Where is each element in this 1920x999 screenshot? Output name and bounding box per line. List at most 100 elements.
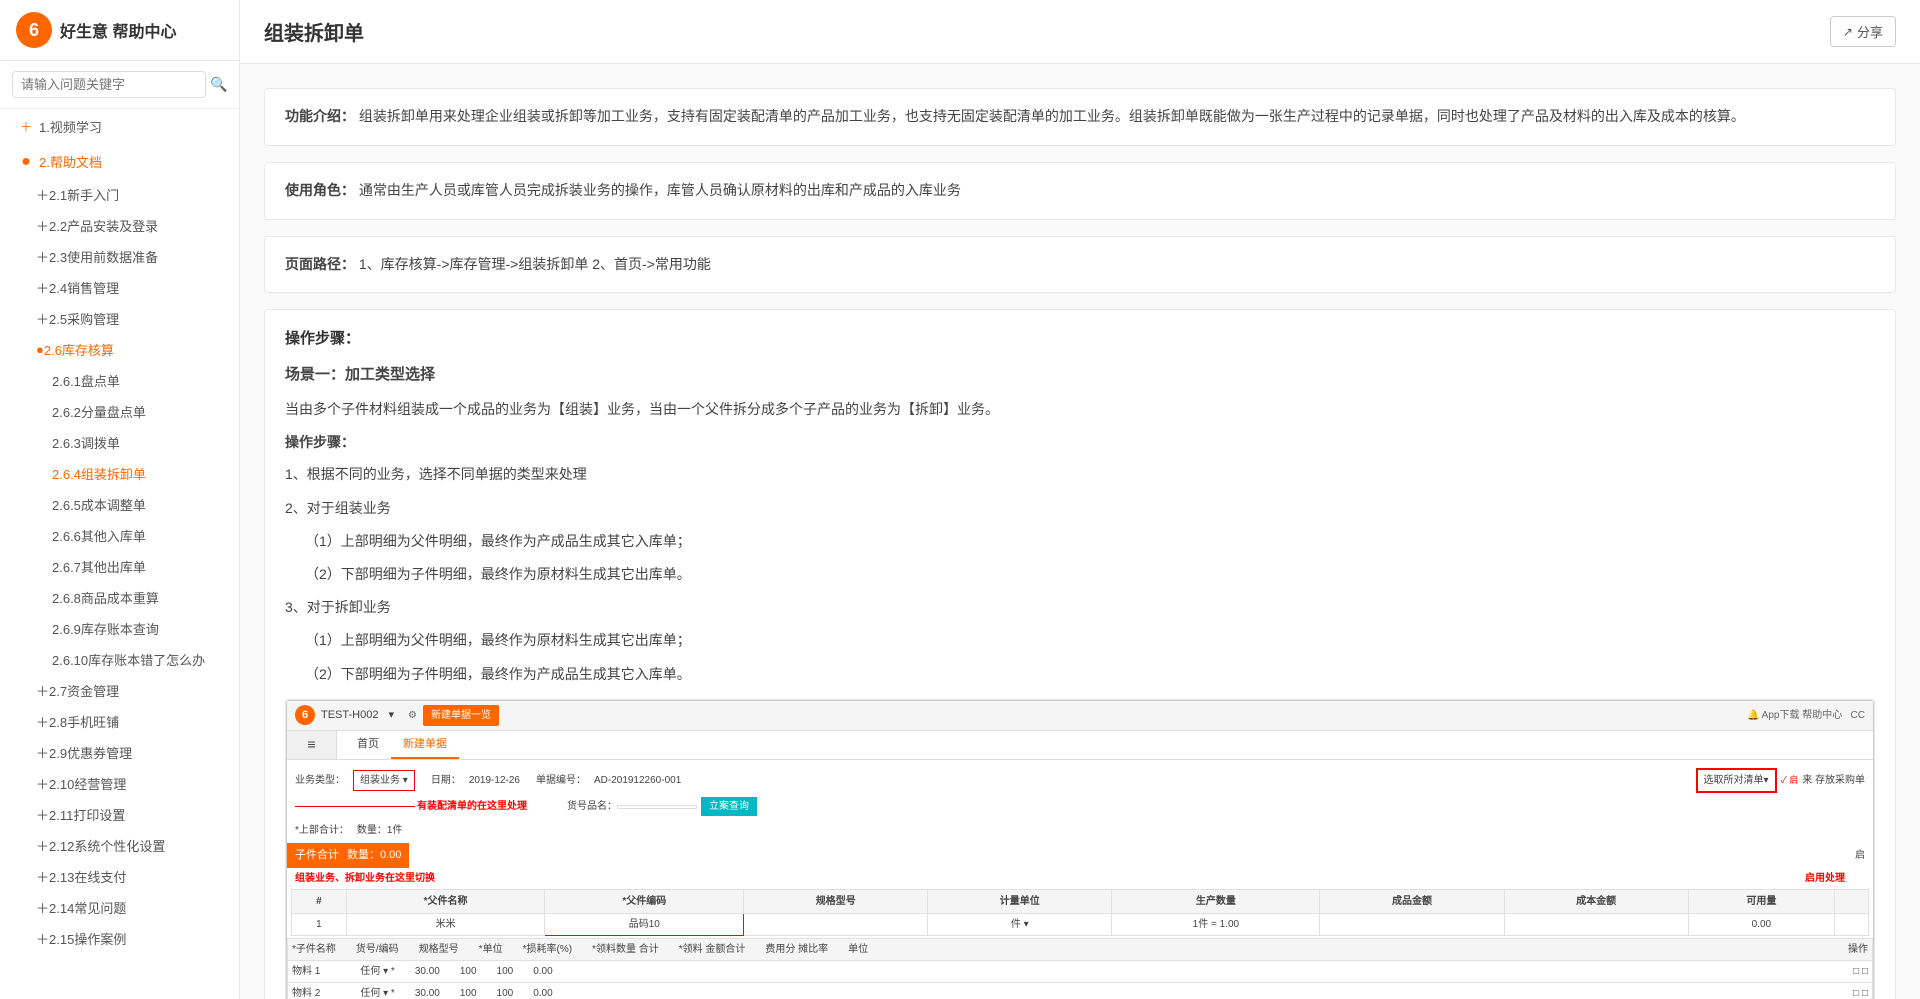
sidebar-item-install[interactable]: ＋ 2.2产品安装及登录	[0, 210, 239, 241]
plus-icon: ＋	[36, 805, 49, 824]
sidebar-item-263[interactable]: 2.6.3调拨单	[0, 427, 239, 458]
mock-topbar: 6 TEST-H002 ▾ ⚙ 新建单据一览 🔔 App下载 帮助中心 CC	[287, 701, 1873, 731]
intro-label: 功能介绍：	[285, 108, 355, 124]
plus-icon: ＋	[36, 743, 49, 762]
plus-icon: ＋	[36, 712, 49, 731]
page-title: 组装拆卸单	[264, 17, 364, 46]
sidebar-item-sales[interactable]: ＋ 2.4销售管理	[0, 272, 239, 303]
sidebar-item-266[interactable]: 2.6.6其他入库单	[0, 520, 239, 551]
mock-setting-icon: ⚙	[408, 707, 417, 724]
step3: 3、对于拆卸业务	[285, 595, 1875, 620]
lower-row-2: 物料 2 任何 ▾ * 30.00 100 100 0.00 □ □	[287, 983, 1873, 999]
intro-block: 功能介绍： 组装拆卸单用来处理企业组装或拆卸等加工业务，支持有固定装配清单的产品…	[264, 88, 1896, 146]
sidebar-item-269[interactable]: 2.6.9库存账本查询	[0, 613, 239, 644]
main-content: 组装拆卸单 ↗ 分享 功能介绍： 组装拆卸单用来处理企业组装或拆卸等加工业务，支…	[240, 0, 1920, 999]
sidebar-item-docs[interactable]: ● 2.帮助文档	[0, 144, 239, 179]
sidebar-item-newbie[interactable]: ＋ 2.1新手入门	[0, 179, 239, 210]
logo-text: 好生意 帮助中心	[60, 18, 176, 42]
mock-nav-icons: 🔔 App下载 帮助中心 CC	[1747, 707, 1865, 724]
plus-icon: ＋	[19, 120, 33, 134]
role-text: 通常由生产人员或库管人员完成拆装业务的操作，库管人员确认原材料的出库和产成品的入…	[359, 182, 961, 198]
plus-icon: ＋	[36, 774, 49, 793]
sidebar-item-268[interactable]: 2.6.8商品成本重算	[0, 582, 239, 613]
mock-annotation-text1: 有装配清单的在这里处理 货号品名： 立案查询	[287, 797, 1873, 818]
mock-quota-select: 选取所对清单▾	[1696, 768, 1777, 793]
plus-icon: ＋	[36, 836, 49, 855]
mock-app-name: TEST-H002	[321, 706, 378, 725]
path-block: 页面路径： 1、库存核算->库存管理->组装拆卸单 2、首页->常用功能	[264, 236, 1896, 294]
plus-icon: ＋	[36, 898, 49, 917]
sidebar-header: 6 好生意 帮助中心	[0, 0, 239, 61]
plus-icon: ＋	[36, 309, 49, 328]
sidebar-item-faq[interactable]: ＋ 2.14常见问题	[0, 892, 239, 923]
mock-section-row: 子件合计 数量：0.00 启	[287, 843, 1873, 868]
mock-logo: 6	[295, 705, 315, 725]
role-label: 使用角色：	[285, 182, 355, 198]
search-button[interactable]: 🔍	[210, 76, 227, 93]
ops-steps-title: 操作步骤：	[285, 431, 1875, 455]
mock-confirm-btn: 立案查询	[701, 797, 757, 816]
plus-icon: ＋	[36, 216, 49, 235]
scene-desc: 当由多个子件材料组装成一个成品的业务为【组装】业务，当由一个父件拆分成多个子产品…	[285, 397, 1875, 422]
annotation-1: 选取所对清单▾ ✓ 启 来 存放采购单	[1696, 768, 1865, 793]
scene-title: 场景一：加工类型选择	[285, 366, 435, 383]
mock-search-input	[617, 805, 697, 809]
step2-sub1: （1）上部明细为父件明细，最终作为产成品生成其它入库单；	[285, 529, 1875, 554]
sidebar-item-262[interactable]: 2.6.2分量盘点单	[0, 396, 239, 427]
mock-annotation2: 组装业务、拆卸业务在这里切换 启用处理	[287, 868, 1873, 889]
step2-sub2: （2）下部明细为子件明细，最终作为原材料生成其它出库单。	[285, 562, 1875, 587]
sidebar-item-videos[interactable]: ＋ 1.视频学习	[0, 109, 239, 144]
step3-sub1: （1）上部明细为父件明细，最终作为原材料生成其它出库单；	[285, 628, 1875, 653]
sidebar-item-ops[interactable]: ＋ 2.10经营管理	[0, 768, 239, 799]
sidebar-item-purchase[interactable]: ＋ 2.5采购管理	[0, 303, 239, 334]
main-header: 组装拆卸单 ↗ 分享	[240, 0, 1920, 64]
screenshot-container: 6 TEST-H002 ▾ ⚙ 新建单据一览 🔔 App下载 帮助中心 CC ≡	[285, 699, 1875, 999]
mock-tab-new: 新建单据	[391, 731, 459, 760]
path-label: 页面路径：	[285, 256, 355, 272]
mock-form-row2: *上部合计： 数量：1件	[287, 818, 1873, 843]
share-icon: ↗	[1843, 25, 1853, 39]
plus-icon: ＋	[36, 247, 49, 266]
mock-lower-table-header: *子件名称 货号/编码 规格型号 *单位 *损耗率(%) *领料数量 合计 *领…	[287, 938, 1873, 961]
sidebar-item-coupon[interactable]: ＋ 2.9优惠券管理	[0, 737, 239, 768]
content-area: 功能介绍： 组装拆卸单用来处理企业组装或拆卸等加工业务，支持有固定装配清单的产品…	[240, 64, 1920, 999]
sidebar-item-payment[interactable]: ＋ 2.13在线支付	[0, 861, 239, 892]
search-input[interactable]	[12, 71, 206, 98]
mock-sidebar-icon: ≡	[287, 731, 337, 760]
sidebar-item-custom[interactable]: ＋ 2.12系统个性化设置	[0, 830, 239, 861]
mock-app: 6 TEST-H002 ▾ ⚙ 新建单据一览 🔔 App下载 帮助中心 CC ≡	[286, 700, 1874, 999]
sidebar-item-data-prep[interactable]: ＋ 2.3使用前数据准备	[0, 241, 239, 272]
mock-new-btn: 新建单据一览	[423, 705, 499, 726]
sidebar-item-print[interactable]: ＋ 2.11打印设置	[0, 799, 239, 830]
plus-icon: ＋	[36, 929, 49, 948]
sidebar-item-265[interactable]: 2.6.5成本调整单	[0, 489, 239, 520]
mock-form-row1: 业务类型： 组装业务 ▾ 日期： 2019-12-26 单据编号： AD-201…	[287, 764, 1873, 797]
plus-icon: ＋	[36, 867, 49, 886]
sidebar-item-stock[interactable]: ● 2.6库存核算	[0, 334, 239, 365]
path-text: 1、库存核算->库存管理->组装拆卸单 2、首页->常用功能	[359, 256, 711, 272]
ops-title: 操作步骤：	[285, 326, 1875, 352]
plus-icon: ＋	[36, 278, 49, 297]
mock-type-select: 组装业务 ▾	[353, 770, 415, 791]
share-button[interactable]: ↗ 分享	[1830, 16, 1896, 47]
mock-search-area: 货号品名： 立案查询	[567, 797, 757, 816]
sidebar-item-mobile[interactable]: ＋ 2.8手机旺铺	[0, 706, 239, 737]
sidebar-item-cases[interactable]: ＋ 2.15操作案例	[0, 923, 239, 954]
step2: 2、对于组装业务	[285, 496, 1875, 521]
sidebar-item-267[interactable]: 2.6.7其他出库单	[0, 551, 239, 582]
search-box: 🔍	[0, 61, 239, 109]
sidebar: 6 好生意 帮助中心 🔍 ＋ 1.视频学习 ● 2.帮助文档 ＋ 2.1新手入门…	[0, 0, 240, 999]
mock-tab-home: 首页	[345, 731, 391, 760]
mock-section-header: 子件合计 数量：0.00	[287, 843, 409, 868]
sidebar-item-264[interactable]: 2.6.4组装拆卸单	[0, 458, 239, 489]
sidebar-item-261[interactable]: 2.6.1盘点单	[0, 365, 239, 396]
lower-row-1: 物料 1 任何 ▾ * 30.00 100 100 0.00 □ □	[287, 961, 1873, 983]
sidebar-item-finance[interactable]: ＋ 2.7资金管理	[0, 675, 239, 706]
minus-icon: ●	[19, 155, 33, 169]
mock-form-area: 业务类型： 组装业务 ▾ 日期： 2019-12-26 单据编号： AD-201…	[287, 760, 1873, 999]
mock-dropdown-icon: ▾	[388, 706, 394, 725]
mock-sku-cell: 品码10	[545, 914, 744, 936]
mock-upper-table: # *父件名称 *父件编码 规格型号 计量单位 生产数量 成品金额 成本金额 可	[287, 889, 1873, 936]
plus-icon: ＋	[36, 681, 49, 700]
sidebar-item-2610[interactable]: 2.6.10库存账本错了怎么办	[0, 644, 239, 675]
